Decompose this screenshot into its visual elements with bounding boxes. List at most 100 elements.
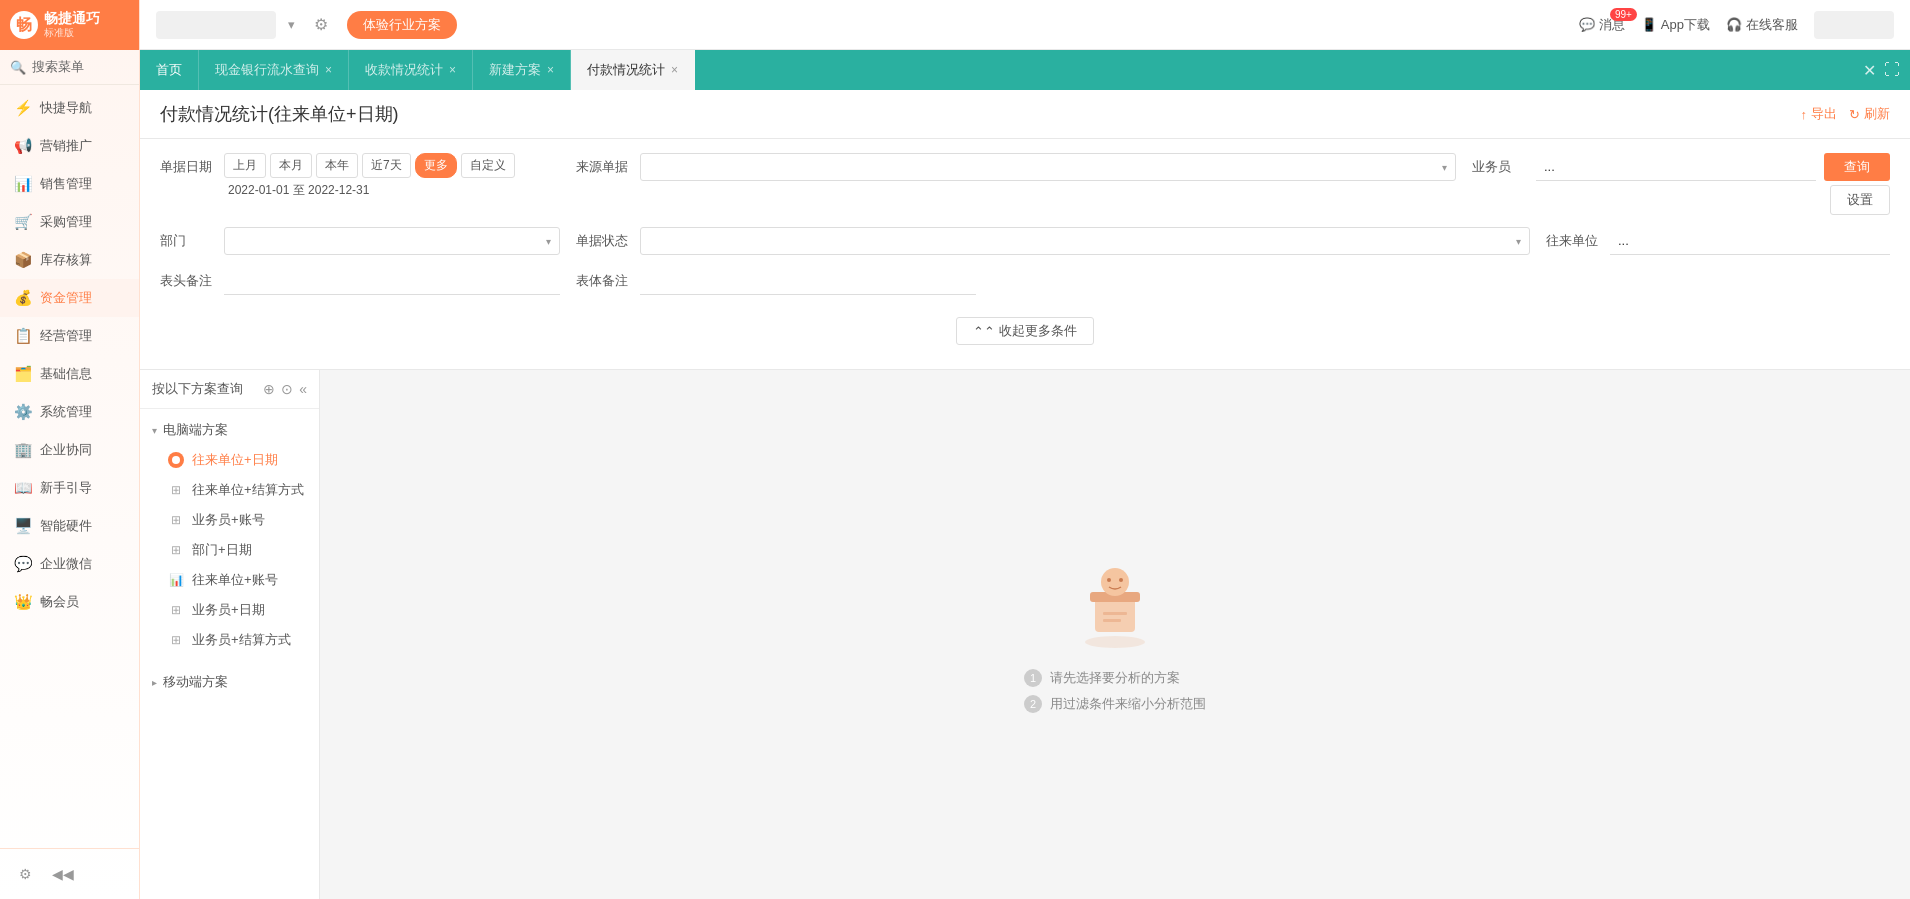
export-button[interactable]: ↑ 导出: [1801, 105, 1838, 123]
sidebar-nav: ⚡ 快捷导航 📢 营销推广 📊 销售管理 🛒 采购管理 📦 库存核算 💰 资金管…: [0, 85, 139, 848]
schema-item-salesperson-account[interactable]: ⊞ 业务员+账号: [140, 505, 319, 535]
table-schema-icon-5: ⊞: [168, 632, 184, 648]
source-select[interactable]: ▾: [640, 153, 1456, 181]
header-note-label: 表头备注: [160, 267, 216, 295]
setting-button[interactable]: 设置: [1830, 185, 1890, 215]
table-schema-icon-1: ⊞: [168, 482, 184, 498]
desktop-schema-group: ▾ 电脑端方案 往来单位+日期 ⊞ 往来单位+结算方式 ⊞: [140, 409, 319, 661]
messages-button[interactable]: 💬 消息 99+: [1579, 16, 1625, 34]
counterpart-filter-group: 往来单位: [1546, 227, 1890, 255]
source-label: 来源单据: [576, 153, 632, 181]
sidebar-item-purchase[interactable]: 🛒 采购管理: [0, 203, 139, 241]
search-menu[interactable]: 🔍 搜索菜单: [0, 50, 139, 85]
tab-close-new-plan[interactable]: ×: [547, 63, 554, 77]
filter-row-2: 部门 ▾ 单据状态 ▾ 往来单位: [160, 227, 1890, 255]
operations-icon: 📋: [14, 327, 32, 345]
filter-row-1: 单据日期 上月 本月 本年 近7天 更多 自定义 2022-01-01 至 20…: [160, 153, 1890, 215]
tab-close-bank[interactable]: ×: [325, 63, 332, 77]
page-actions: ↑ 导出 ↻ 刷新: [1801, 105, 1891, 135]
collapse-button[interactable]: ⌃⌃ 收起更多条件: [956, 317, 1094, 345]
mobile-icon: 📱: [1641, 17, 1657, 32]
tab-close-payment[interactable]: ×: [671, 63, 678, 77]
schema-item-salesperson-settlement[interactable]: ⊞ 业务员+结算方式: [140, 625, 319, 655]
settings-icon[interactable]: ⚙: [307, 11, 335, 39]
schema-item-counterpart-account[interactable]: 📊 往来单位+账号: [140, 565, 319, 595]
mobile-expand-arrow-icon: ▸: [152, 677, 157, 688]
collapse-sidebar-button[interactable]: ◀◀: [48, 859, 78, 889]
sidebar-item-system[interactable]: ⚙️ 系统管理: [0, 393, 139, 431]
sidebar-item-guide[interactable]: 📖 新手引导: [0, 469, 139, 507]
source-dropdown-icon: ▾: [1442, 162, 1447, 173]
date-buttons: 上月 本月 本年 近7天 更多 自定义: [224, 153, 515, 178]
desktop-schema-toggle[interactable]: ▾ 电脑端方案: [140, 415, 319, 445]
counterpart-input[interactable]: [1610, 227, 1890, 255]
schema-item-counterpart-date[interactable]: 往来单位+日期: [140, 445, 319, 475]
user-info[interactable]: [156, 11, 276, 39]
marketing-icon: 📢: [14, 137, 32, 155]
tip-number-1: 1: [1024, 669, 1042, 687]
sidebar-item-sales[interactable]: 📊 销售管理: [0, 165, 139, 203]
table-schema-icon-3: ⊞: [168, 542, 184, 558]
last-month-btn[interactable]: 上月: [224, 153, 266, 178]
query-button[interactable]: 查询: [1824, 153, 1890, 181]
settings-footer-button[interactable]: ⚙: [10, 859, 40, 889]
salesperson-input[interactable]: [1536, 153, 1816, 181]
more-date-btn[interactable]: 更多: [415, 153, 457, 178]
header-note-group: 表头备注: [160, 267, 560, 295]
sidebar: 畅 畅捷通巧 标准版 🔍 搜索菜单 ⚡ 快捷导航 📢 营销推广 📊 销售管理 🛒…: [0, 0, 140, 899]
maximize-tab-icon[interactable]: ⛶: [1884, 61, 1900, 79]
tab-payment[interactable]: 付款情况统计 ×: [571, 50, 695, 90]
tab-bank[interactable]: 现金银行流水查询 ×: [199, 50, 349, 90]
mobile-schema-toggle[interactable]: ▸ 移动端方案: [140, 667, 319, 697]
close-tab-icon[interactable]: ✕: [1863, 61, 1876, 80]
tab-home[interactable]: 首页: [140, 50, 199, 90]
dept-select[interactable]: ▾: [224, 227, 560, 255]
this-year-btn[interactable]: 本年: [316, 153, 358, 178]
user-dropdown-arrow[interactable]: ▾: [288, 17, 295, 32]
sidebar-item-operations[interactable]: 📋 经营管理: [0, 317, 139, 355]
collapse-panel-icon[interactable]: «: [299, 381, 307, 397]
this-month-btn[interactable]: 本月: [270, 153, 312, 178]
header-note-input[interactable]: [224, 267, 560, 295]
app-download-button[interactable]: 📱 App下载: [1641, 16, 1710, 34]
trial-button[interactable]: 体验行业方案: [347, 11, 457, 39]
sidebar-item-funds[interactable]: 💰 资金管理: [0, 279, 139, 317]
svg-rect-8: [1103, 619, 1121, 622]
schema-item-dept-date[interactable]: ⊞ 部门+日期: [140, 535, 319, 565]
filter-area: 单据日期 上月 本月 本年 近7天 更多 自定义 2022-01-01 至 20…: [140, 139, 1910, 370]
date-label: 单据日期: [160, 153, 216, 181]
add-schema-icon[interactable]: ⊕: [263, 381, 275, 397]
sidebar-item-wechat[interactable]: 💬 企业微信: [0, 545, 139, 583]
mobile-schema-group: ▸ 移动端方案: [140, 661, 319, 703]
custom-date-btn[interactable]: 自定义: [461, 153, 515, 178]
sidebar-item-hardware[interactable]: 🖥️ 智能硬件: [0, 507, 139, 545]
funds-icon: 💰: [14, 289, 32, 307]
schema-item-counterpart-settlement[interactable]: ⊞ 往来单位+结算方式: [140, 475, 319, 505]
sidebar-item-enterprise[interactable]: 🏢 企业协同: [0, 431, 139, 469]
sidebar-item-inventory[interactable]: 📦 库存核算: [0, 241, 139, 279]
left-panel-actions: ⊕ ⊙ «: [263, 381, 307, 397]
tab-receipt[interactable]: 收款情况统计 ×: [349, 50, 473, 90]
inventory-icon: 📦: [14, 251, 32, 269]
tab-new-plan[interactable]: 新建方案 ×: [473, 50, 571, 90]
date-range-text: 2022-01-01 至 2022-12-31: [228, 182, 515, 199]
logo-text: 畅捷通巧 标准版: [44, 10, 100, 41]
body-note-input[interactable]: [640, 267, 976, 295]
refresh-button[interactable]: ↻ 刷新: [1849, 105, 1890, 123]
user-avatar[interactable]: [1814, 11, 1894, 39]
tab-close-receipt[interactable]: ×: [449, 63, 456, 77]
guide-icon: 📖: [14, 479, 32, 497]
sidebar-item-basic[interactable]: 🗂️ 基础信息: [0, 355, 139, 393]
search-icon: 🔍: [10, 60, 26, 75]
schema-item-salesperson-date[interactable]: ⊞ 业务员+日期: [140, 595, 319, 625]
sidebar-item-quick-nav[interactable]: ⚡ 快捷导航: [0, 89, 139, 127]
sidebar-item-marketing[interactable]: 📢 营销推广: [0, 127, 139, 165]
doc-status-dropdown-icon: ▾: [1516, 236, 1521, 247]
schema-settings-icon[interactable]: ⊙: [281, 381, 293, 397]
last-7days-btn[interactable]: 近7天: [362, 153, 411, 178]
doc-status-select[interactable]: ▾: [640, 227, 1530, 255]
sidebar-item-member[interactable]: 👑 畅会员: [0, 583, 139, 621]
page-content: 付款情况统计(往来单位+日期) ↑ 导出 ↻ 刷新 单据日期: [140, 90, 1910, 899]
empty-state: 1 请先选择要分析的方案 2 用过滤条件来缩小分析范围: [1024, 557, 1206, 713]
online-service-button[interactable]: 🎧 在线客服: [1726, 16, 1798, 34]
